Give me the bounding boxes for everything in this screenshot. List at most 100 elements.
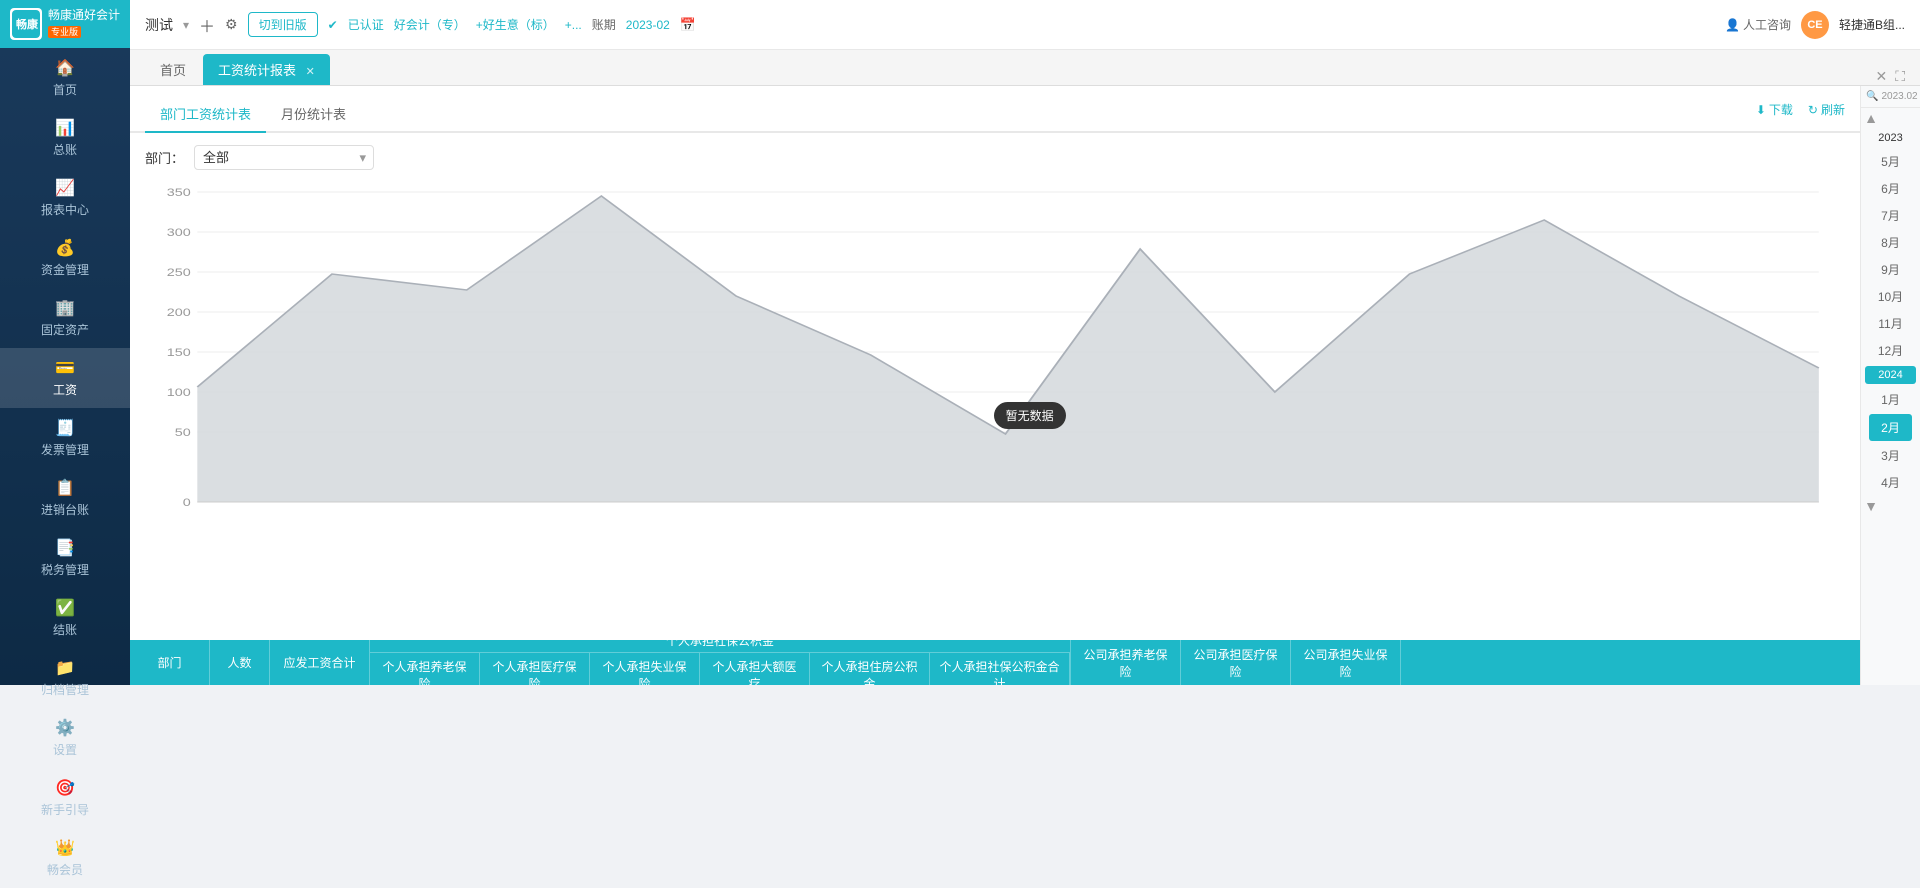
svg-text:畅康: 畅康 [16, 17, 39, 31]
sidebar-item-assets[interactable]: 🏢 固定资产 [0, 288, 130, 348]
sidebar-item-funds[interactable]: 💰 资金管理 [0, 228, 130, 288]
username: 轻捷通B组... [1839, 16, 1905, 33]
sidebar-item-home[interactable]: 🏠 首页 [0, 48, 130, 108]
help-icon: 👤 [1725, 18, 1740, 32]
window-close-button[interactable]: ✕ [1875, 68, 1887, 85]
sub-tab-monthly[interactable]: 月份统计表 [266, 96, 361, 133]
month-2023-9[interactable]: 9月 [1865, 256, 1916, 283]
month-2023-6[interactable]: 6月 [1865, 175, 1916, 202]
haokuai-badge: 好会计（专） [394, 16, 466, 33]
invoice-icon: 🧾 [55, 418, 75, 438]
month-2023-11[interactable]: 11月 [1865, 310, 1916, 337]
tax-icon: 📑 [55, 538, 75, 558]
department-select[interactable]: 全部 销售部 财务部 人事部 技术部 [194, 145, 374, 170]
sidebar: 畅康 畅康通好会计 专业版 🏠 首页 📊 总账 📈 报表中心 💰 资金管理 🏢 … [0, 0, 130, 685]
project-title: 测试 [145, 15, 173, 35]
svg-text:350: 350 [167, 186, 191, 199]
month-2023-8[interactable]: 8月 [1865, 229, 1916, 256]
col-personal-unemployment: 个人承担失业保险 [590, 653, 700, 686]
col-personal-pension: 个人承担养老保险 [370, 653, 480, 686]
logo-icon: 畅康 [10, 8, 42, 40]
sidebar-item-member[interactable]: 👑 畅会员 [0, 828, 130, 888]
assets-icon: 🏢 [55, 298, 75, 318]
verified-icon: ✔ [328, 18, 338, 32]
filter-bar: 部门： 全部 销售部 财务部 人事部 技术部 [130, 133, 1860, 182]
department-select-wrap: 全部 销售部 财务部 人事部 技术部 [194, 145, 374, 170]
col-people: 人数 [210, 640, 270, 685]
svg-text:150: 150 [167, 346, 191, 359]
col-company-unemployment: 公司承担失业保险 [1291, 640, 1401, 685]
calendar-icon[interactable]: 📅 [680, 17, 696, 33]
add-button[interactable]: ＋ [199, 13, 215, 37]
project-chevron-icon[interactable]: ▾ [183, 18, 189, 32]
content-area: 部门工资统计表 月份统计表 ⬇ 下载 ↻ 刷新 [130, 86, 1920, 685]
sub-tab-actions: ⬇ 下载 ↻ 刷新 [1756, 101, 1845, 126]
more-badge: +... [565, 18, 582, 32]
department-filter-label: 部门： [145, 148, 184, 167]
date-nav-down[interactable]: ▼ [1861, 496, 1881, 516]
reports-icon: 📈 [55, 178, 75, 198]
month-2023-12[interactable]: 12月 [1865, 337, 1916, 364]
salary-icon: 💳 [55, 358, 75, 378]
col-salary-total: 应发工资合计 [270, 640, 370, 685]
group-header-personal: 个人承担社保公积金 [370, 640, 1070, 653]
logo-text: 畅康通好会计 专业版 [48, 8, 120, 39]
sidebar-item-reports[interactable]: 📈 报表中心 [0, 168, 130, 228]
month-2024-4[interactable]: 4月 [1865, 469, 1916, 496]
date-panel: 🔍 2023.02 ▲ 2023 5月 6月 7月 8月 9月 10月 11月 … [1860, 86, 1920, 685]
sidebar-item-tax[interactable]: 📑 税务管理 [0, 528, 130, 588]
search-icon: 🔍 [1866, 91, 1878, 102]
haoshengyi-badge: +好生意（标） [476, 16, 555, 33]
svg-text:300: 300 [167, 226, 191, 239]
tab-home[interactable]: 首页 [145, 54, 201, 85]
col-company-pension: 公司承担养老保险 [1071, 640, 1181, 685]
funds-icon: 💰 [55, 238, 75, 258]
home-icon: 🏠 [55, 58, 75, 78]
sidebar-item-settings[interactable]: ⚙️ 设置 [0, 708, 130, 768]
sidebar-item-ledger[interactable]: 📊 总账 [0, 108, 130, 168]
period-value: 2023-02 [626, 18, 670, 32]
col-department: 部门 [130, 640, 210, 685]
sidebar-item-archive[interactable]: 📁 归档管理 [0, 648, 130, 708]
sidebar-item-invoice[interactable]: 🧾 发票管理 [0, 408, 130, 468]
period-label: 账期 [592, 16, 616, 33]
sub-tab-department[interactable]: 部门工资统计表 [145, 96, 266, 133]
sidebar-item-sales[interactable]: 📋 进销台账 [0, 468, 130, 528]
tab-salary-report[interactable]: 工资统计报表 ✕ [203, 54, 330, 85]
chart-area: 350 300 250 200 150 100 50 0 [130, 182, 1860, 640]
svg-text:250: 250 [167, 266, 191, 279]
avatar: CE [1801, 11, 1829, 39]
month-2024-1[interactable]: 1月 [1865, 386, 1916, 413]
tab-close-icon[interactable]: ✕ [306, 66, 315, 78]
svg-text:50: 50 [175, 426, 191, 439]
month-2023-10[interactable]: 10月 [1865, 283, 1916, 310]
sidebar-item-close[interactable]: ✅ 结账 [0, 588, 130, 648]
date-search[interactable]: 🔍 2023.02 [1861, 86, 1920, 108]
sidebar-item-guide[interactable]: 🎯 新手引导 [0, 768, 130, 828]
topbar: 测试 ▾ ＋ ⚙ 切到旧版 ✔ 已认证 好会计（专） +好生意（标） +... … [130, 0, 1920, 50]
sidebar-item-salary[interactable]: 💳 工资 [0, 348, 130, 408]
settings-icon: ⚙️ [55, 718, 75, 738]
settings-gear-icon[interactable]: ⚙ [225, 16, 238, 33]
year-2023: 2023 [1861, 128, 1920, 148]
svg-text:0: 0 [183, 496, 191, 509]
switch-to-old-button[interactable]: 切到旧版 [248, 12, 318, 37]
col-personal-medical: 个人承担医疗保险 [480, 653, 590, 686]
month-2024-2[interactable]: 2月 [1869, 414, 1912, 441]
help-button[interactable]: 👤 人工咨询 [1725, 16, 1791, 33]
month-2024-3[interactable]: 3月 [1865, 442, 1916, 469]
month-2023-5[interactable]: 5月 [1865, 148, 1916, 175]
download-button[interactable]: ⬇ 下载 [1756, 101, 1793, 118]
inner-content: 部门工资统计表 月份统计表 ⬇ 下载 ↻ 刷新 [130, 86, 1860, 685]
col-personal-major-medical: 个人承担大额医疗 [700, 653, 810, 686]
month-2023-7[interactable]: 7月 [1865, 202, 1916, 229]
window-expand-button[interactable]: ⛶ [1895, 68, 1905, 85]
sales-icon: 📋 [55, 478, 75, 498]
date-nav-up[interactable]: ▲ [1861, 108, 1881, 128]
svg-text:100: 100 [167, 386, 191, 399]
col-personal-housing: 个人承担住房公积金 [810, 653, 930, 686]
table-header-row: 部门 人数 应发工资合计 个人承担社保公积金 个人承担养老保险 [130, 640, 1860, 685]
refresh-icon: ↻ [1808, 103, 1818, 117]
main-area: 测试 ▾ ＋ ⚙ 切到旧版 ✔ 已认证 好会计（专） +好生意（标） +... … [130, 0, 1920, 685]
refresh-button[interactable]: ↻ 刷新 [1808, 101, 1845, 118]
